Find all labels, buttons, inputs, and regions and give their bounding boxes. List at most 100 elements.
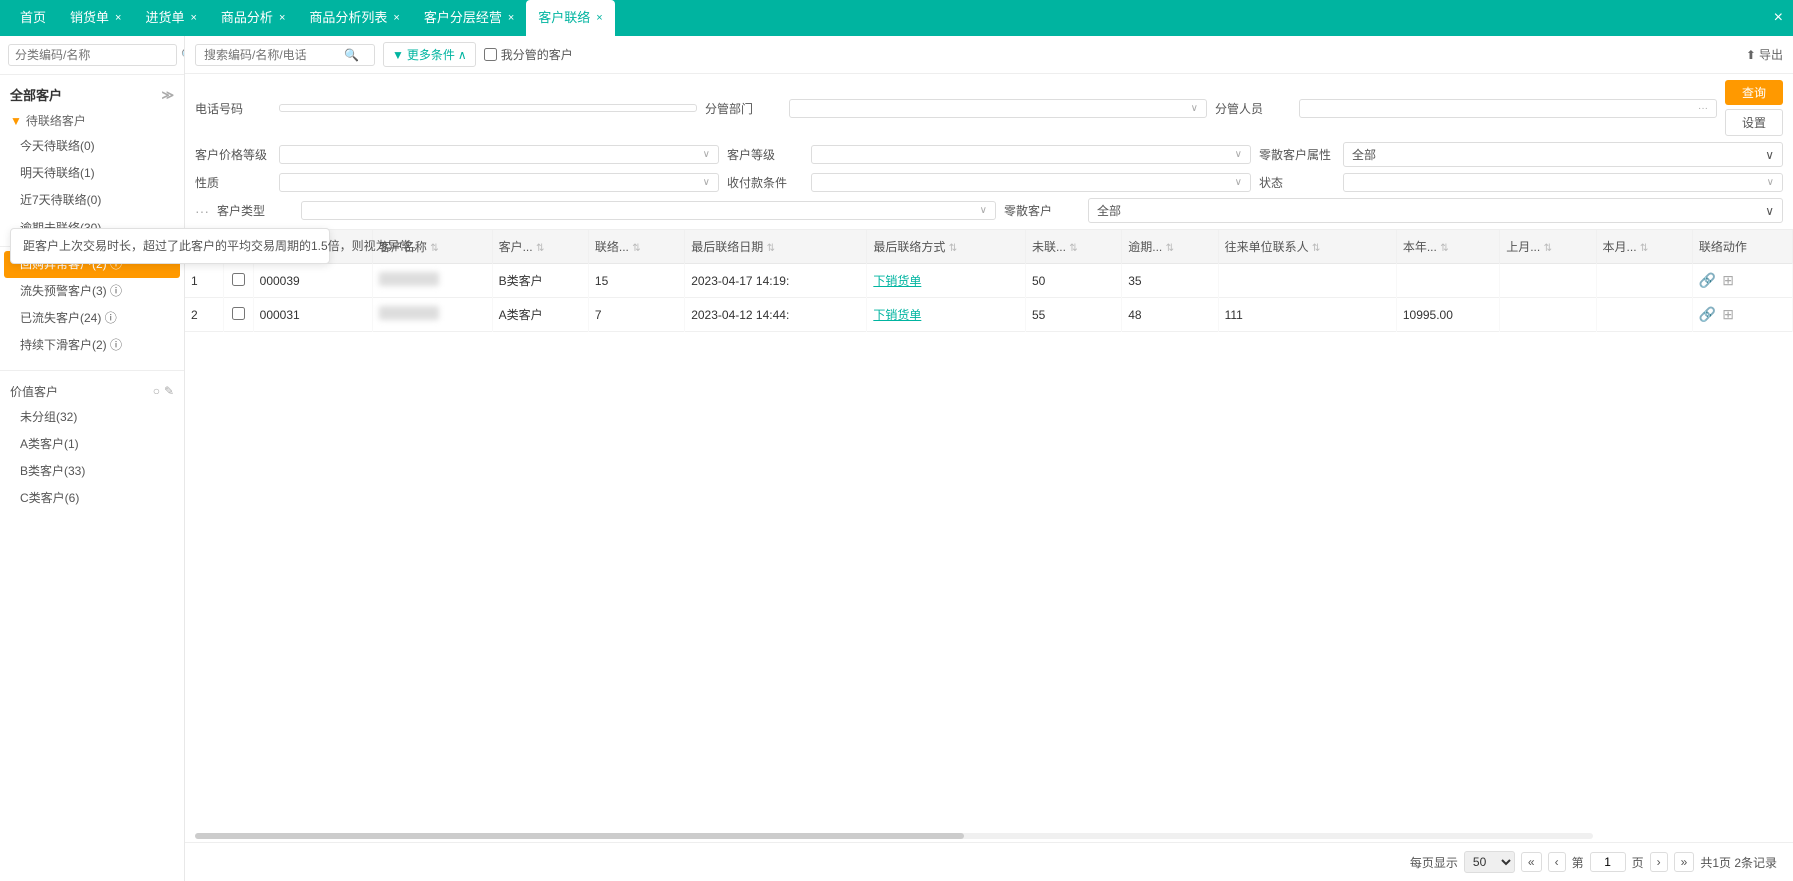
my-customers-checkbox[interactable]	[484, 48, 497, 61]
phone-input[interactable]	[279, 104, 697, 112]
sort-last-month-icon[interactable]: ⇅	[1544, 243, 1552, 254]
nav-close-product-list[interactable]: ×	[393, 0, 399, 36]
payment-select[interactable]: ∨	[811, 173, 1251, 192]
th-overdue[interactable]: 逾期... ⇅	[1122, 230, 1218, 264]
sort-uncontacted-icon[interactable]: ⇅	[1069, 243, 1077, 254]
per-page-select[interactable]: 50 100 200	[1464, 851, 1515, 873]
filter-search-icon[interactable]: 🔍	[344, 48, 359, 62]
row1-link-icon[interactable]: 🔗	[1699, 272, 1716, 289]
sort-this-month-icon[interactable]: ⇅	[1640, 243, 1648, 254]
branch-person-select[interactable]: ···	[1299, 99, 1717, 118]
next-page-btn[interactable]: ›	[1650, 852, 1668, 872]
row1-checkbox[interactable]	[232, 273, 245, 286]
nav-item-product-analysis[interactable]: 商品分析 ×	[209, 0, 297, 36]
scroll-thumb[interactable]	[195, 833, 964, 839]
th-contact-person[interactable]: 往来单位联系人 ⇅	[1218, 230, 1396, 264]
sidebar-item-lost[interactable]: 已流失客户(24) ⓘ	[0, 305, 184, 332]
sidebar-search-input[interactable]	[8, 44, 177, 66]
more-dots[interactable]: ···	[195, 203, 209, 219]
my-customers-checkbox-area: 我分管的客户	[484, 46, 573, 63]
sort-year-icon[interactable]: ⇅	[1440, 243, 1448, 254]
th-last-way[interactable]: 最后联络方式 ⇅	[867, 230, 1026, 264]
sidebar-item-ungroup[interactable]: 未分组(32)	[0, 404, 184, 431]
query-button[interactable]: 查询	[1725, 80, 1783, 105]
lost-pre-info-icon[interactable]: ⓘ	[110, 284, 122, 298]
declining-info-icon[interactable]: ⓘ	[110, 338, 122, 352]
adv-filter-row4: ··· 客户类型 ∨ 零散客户 全部 ∨	[195, 198, 1783, 223]
sidebar-item-declining[interactable]: 持续下滑客户(2) ⓘ	[0, 332, 184, 359]
row2-last-way-link[interactable]: 下销货单	[873, 308, 921, 322]
export-button[interactable]: ⬆ 导出	[1746, 46, 1783, 63]
more-conditions-btn[interactable]: ▼ 更多条件 ∧	[383, 42, 476, 67]
customer-type-select[interactable]: ∨	[301, 201, 996, 220]
sort-date-icon[interactable]: ⇅	[767, 243, 775, 254]
sidebar-item-class-a[interactable]: A类客户(1)	[0, 431, 184, 458]
gender-select[interactable]: ∨	[279, 173, 719, 192]
sidebar-value-header[interactable]: 价值客户 ○ ✎	[0, 379, 184, 404]
first-page-btn[interactable]: «	[1521, 852, 1542, 872]
scroll-track[interactable]	[195, 833, 1593, 839]
sort-way-icon[interactable]: ⇅	[949, 243, 957, 254]
th-last-month[interactable]: 上月... ⇅	[1500, 230, 1596, 264]
nav-item-customer-contact[interactable]: 客户联络 ×	[526, 0, 614, 36]
nav-item-home[interactable]: 首页	[8, 0, 58, 36]
th-contact-count[interactable]: 联络... ⇅	[588, 230, 684, 264]
sort-overdue-icon[interactable]: ⇅	[1166, 243, 1174, 254]
status-select[interactable]: ∨	[1343, 173, 1783, 192]
retail-attr-select[interactable]: 全部 ∨	[1343, 142, 1783, 167]
sidebar-all-customers[interactable]: 全部客户 ≫	[0, 81, 184, 108]
th-customer-type[interactable]: 客户... ⇅	[492, 230, 588, 264]
th-uncontacted[interactable]: 未联... ⇅	[1025, 230, 1121, 264]
lost-info-icon[interactable]: ⓘ	[105, 311, 117, 325]
row1-last-way-link[interactable]: 下销货单	[873, 274, 921, 288]
last-page-btn[interactable]: »	[1674, 852, 1695, 872]
row2-checkbox[interactable]	[232, 307, 245, 320]
edit-icon[interactable]: ✎	[164, 384, 174, 398]
sidebar-item-lost-pre[interactable]: 流失预警客户(3) ⓘ	[0, 278, 184, 305]
row2-last-way[interactable]: 下销货单	[867, 298, 1026, 332]
row1-checkbox-cell	[223, 264, 253, 298]
sort-person-icon[interactable]: ⇅	[1312, 243, 1320, 254]
sort-contact-icon[interactable]: ⇅	[632, 243, 640, 254]
row1-last-way[interactable]: 下销货单	[867, 264, 1026, 298]
refresh-icon[interactable]: ○	[153, 384, 160, 398]
th-last-date[interactable]: 最后联络日期 ⇅	[685, 230, 867, 264]
th-this-month[interactable]: 本月... ⇅	[1596, 230, 1692, 264]
row2-link-icon[interactable]: 🔗	[1699, 306, 1716, 323]
sidebar-item-tomorrow[interactable]: 明天待联络(1)	[0, 160, 184, 187]
nav-close-sales[interactable]: ×	[115, 0, 121, 36]
row2-grid-icon[interactable]: ⊞	[1722, 306, 1734, 323]
th-this-year[interactable]: 本年... ⇅	[1396, 230, 1499, 264]
row1-grid-icon[interactable]: ⊞	[1722, 272, 1734, 289]
top-nav: 首页 销货单 × 进货单 × 商品分析 × 商品分析列表 × 客户分层经营 × …	[0, 0, 1793, 36]
nav-item-sales[interactable]: 销货单 ×	[58, 0, 133, 36]
page-number-input[interactable]	[1590, 852, 1626, 872]
sidebar-item-7days[interactable]: 近7天待联络(0)	[0, 187, 184, 214]
sidebar-item-class-b[interactable]: B类客户(33)	[0, 458, 184, 485]
nav-close-customer-contact[interactable]: ×	[596, 0, 602, 36]
sidebar-pending-group[interactable]: ▼ 待联络客户	[0, 108, 184, 133]
nav-item-product-list[interactable]: 商品分析列表 ×	[297, 0, 411, 36]
customer-level-select[interactable]: ∨	[811, 145, 1251, 164]
filter-search-input[interactable]	[204, 48, 344, 62]
window-close-button[interactable]: ×	[1774, 9, 1783, 27]
nav-item-purchase[interactable]: 进货单 ×	[133, 0, 208, 36]
nav-close-product-analysis[interactable]: ×	[279, 0, 285, 36]
col-contact-person-label: 往来单位联系人	[1225, 240, 1309, 254]
collapse-icon[interactable]: ≫	[161, 88, 174, 102]
horizontal-scrollbar[interactable]	[185, 830, 1793, 842]
pending-contact-label: 待联络客户	[26, 112, 86, 129]
nav-close-purchase[interactable]: ×	[190, 0, 196, 36]
settings-button[interactable]: 设置	[1725, 109, 1783, 136]
branch-dept-select[interactable]: ∨	[789, 99, 1207, 118]
retail-customer-select[interactable]: 全部 ∨	[1088, 198, 1783, 223]
price-level-select[interactable]: ∨	[279, 145, 719, 164]
sort-type-icon[interactable]: ⇅	[536, 243, 544, 254]
nav-close-customer-ops[interactable]: ×	[508, 0, 514, 36]
sort-name-icon[interactable]: ⇅	[430, 243, 438, 254]
prev-page-btn[interactable]: ‹	[1548, 852, 1566, 872]
export-icon: ⬆	[1746, 48, 1756, 62]
sidebar-item-today[interactable]: 今天待联络(0)	[0, 133, 184, 160]
sidebar-item-class-c[interactable]: C类客户(6)	[0, 485, 184, 512]
nav-item-customer-ops[interactable]: 客户分层经营 ×	[412, 0, 526, 36]
